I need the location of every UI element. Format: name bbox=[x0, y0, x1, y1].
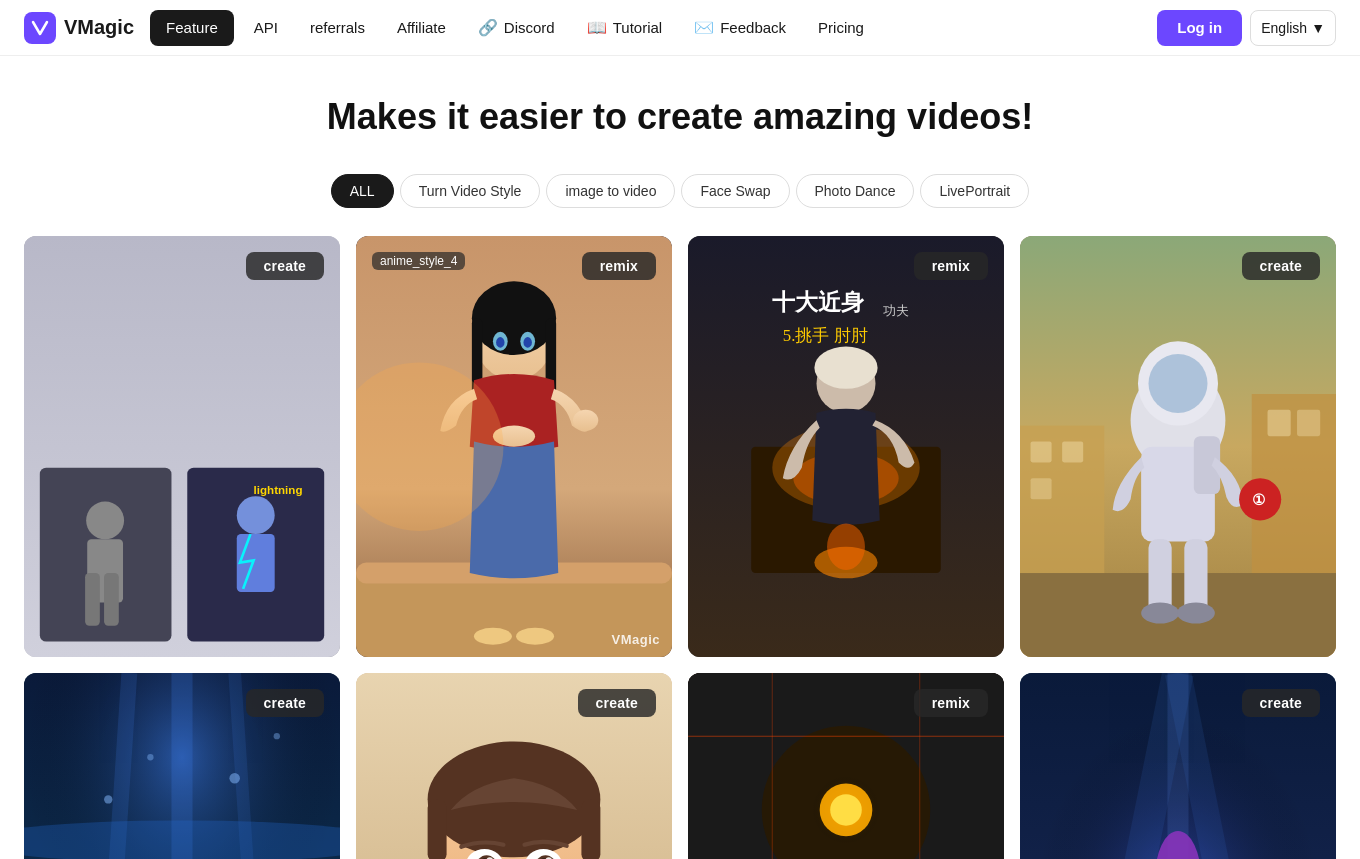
svg-point-24 bbox=[516, 628, 554, 645]
svg-rect-4 bbox=[85, 573, 100, 626]
svg-point-20 bbox=[523, 337, 531, 348]
video-card-grid: lightning create bbox=[24, 236, 1336, 657]
svg-rect-5 bbox=[104, 573, 119, 626]
svg-point-22 bbox=[573, 410, 598, 431]
video-card-5[interactable]: create bbox=[24, 673, 340, 859]
svg-rect-81 bbox=[581, 800, 600, 859]
create-button-8[interactable]: create bbox=[1242, 689, 1320, 717]
svg-rect-52 bbox=[1184, 539, 1207, 613]
create-button-4[interactable]: create bbox=[1242, 252, 1320, 280]
logo-text: VMagic bbox=[64, 16, 134, 39]
svg-rect-44 bbox=[1268, 410, 1291, 436]
svg-point-31 bbox=[814, 347, 877, 389]
svg-text:功夫: 功夫 bbox=[883, 304, 909, 318]
svg-point-70 bbox=[24, 821, 340, 859]
card-visual-1: lightning bbox=[24, 236, 340, 657]
anime-badge: anime_style_4 bbox=[372, 252, 465, 270]
nav-api[interactable]: API bbox=[242, 13, 290, 42]
video-card-8[interactable]: create bbox=[1020, 673, 1336, 859]
tab-live-portrait[interactable]: LivePortrait bbox=[920, 174, 1029, 208]
tab-all[interactable]: ALL bbox=[331, 174, 394, 208]
create-button-6[interactable]: create bbox=[578, 689, 656, 717]
card-visual-3: 十大近身 5.挑手 肘肘 功夫 bbox=[688, 236, 1004, 657]
svg-point-74 bbox=[274, 733, 280, 739]
svg-text:5.挑手 肘肘: 5.挑手 肘肘 bbox=[783, 326, 868, 345]
nav-feedback[interactable]: ✉️ Feedback bbox=[682, 12, 798, 43]
video-card-3[interactable]: 十大近身 5.挑手 肘肘 功夫 remix bbox=[688, 236, 1004, 657]
tab-face-swap[interactable]: Face Swap bbox=[681, 174, 789, 208]
video-card-6[interactable]: create bbox=[356, 673, 672, 859]
nav-tutorial[interactable]: 📖 Tutorial bbox=[575, 12, 674, 43]
category-tabs: ALL Turn Video Style image to video Face… bbox=[24, 174, 1336, 208]
svg-point-23 bbox=[474, 628, 512, 645]
svg-rect-51 bbox=[1149, 539, 1172, 613]
svg-rect-42 bbox=[1062, 441, 1083, 462]
remix-button-7[interactable]: remix bbox=[914, 689, 988, 717]
hero-title: Makes it easier to create amazing videos… bbox=[24, 96, 1336, 138]
svg-rect-45 bbox=[1297, 410, 1320, 436]
svg-point-53 bbox=[1141, 603, 1179, 624]
video-card-2[interactable]: anime_style_4 remix VMagic bbox=[356, 236, 672, 657]
language-selector[interactable]: English ▼ bbox=[1250, 10, 1336, 46]
login-button[interactable]: Log in bbox=[1157, 10, 1242, 46]
svg-point-73 bbox=[229, 773, 240, 784]
nav-affiliate[interactable]: Affiliate bbox=[385, 13, 458, 42]
video-card-1[interactable]: lightning create bbox=[24, 236, 340, 657]
book-icon: 📖 bbox=[587, 18, 607, 37]
chevron-down-icon: ▼ bbox=[1311, 20, 1325, 36]
svg-point-100 bbox=[830, 794, 862, 826]
discord-icon: 🔗 bbox=[478, 18, 498, 37]
svg-point-54 bbox=[1177, 603, 1215, 624]
svg-point-72 bbox=[147, 754, 153, 760]
card-visual-2 bbox=[356, 236, 672, 657]
svg-text:十大近身: 十大近身 bbox=[772, 289, 865, 315]
video-card-grid-row2: create bbox=[24, 673, 1336, 859]
video-card-4[interactable]: ① create bbox=[1020, 236, 1336, 657]
main-content: Makes it easier to create amazing videos… bbox=[0, 56, 1360, 859]
create-button-1[interactable]: create bbox=[246, 252, 324, 280]
svg-rect-41 bbox=[1031, 441, 1052, 462]
svg-point-36 bbox=[827, 524, 865, 570]
logo-icon bbox=[24, 12, 56, 44]
tab-turn-video-style[interactable]: Turn Video Style bbox=[400, 174, 541, 208]
header: VMagic Feature API referrals Affiliate 🔗… bbox=[0, 0, 1360, 56]
svg-point-7 bbox=[237, 496, 275, 534]
svg-point-19 bbox=[496, 337, 504, 348]
svg-point-48 bbox=[1149, 354, 1208, 413]
remix-button-2[interactable]: remix bbox=[582, 252, 656, 280]
mail-icon: ✉️ bbox=[694, 18, 714, 37]
nav-discord[interactable]: 🔗 Discord bbox=[466, 12, 567, 43]
video-card-7[interactable]: remix bbox=[688, 673, 1004, 859]
language-label: English bbox=[1261, 20, 1307, 36]
card-visual-4: ① bbox=[1020, 236, 1336, 657]
svg-text:①: ① bbox=[1252, 492, 1265, 508]
svg-point-2 bbox=[86, 501, 124, 539]
tab-image-to-video[interactable]: image to video bbox=[546, 174, 675, 208]
feature-nav-button[interactable]: Feature bbox=[150, 10, 234, 46]
watermark-2: VMagic bbox=[611, 632, 660, 647]
logo[interactable]: VMagic bbox=[24, 12, 134, 44]
svg-point-14 bbox=[472, 281, 556, 355]
svg-point-71 bbox=[104, 796, 112, 804]
header-right: Log in English ▼ bbox=[1157, 10, 1336, 46]
nav-pricing[interactable]: Pricing bbox=[806, 13, 876, 42]
remix-button-3[interactable]: remix bbox=[914, 252, 988, 280]
create-button-5[interactable]: create bbox=[246, 689, 324, 717]
svg-text:lightning: lightning bbox=[254, 484, 303, 496]
svg-rect-80 bbox=[428, 800, 447, 859]
tab-photo-dance[interactable]: Photo Dance bbox=[796, 174, 915, 208]
nav-referrals[interactable]: referrals bbox=[298, 13, 377, 42]
svg-rect-43 bbox=[1031, 478, 1052, 499]
